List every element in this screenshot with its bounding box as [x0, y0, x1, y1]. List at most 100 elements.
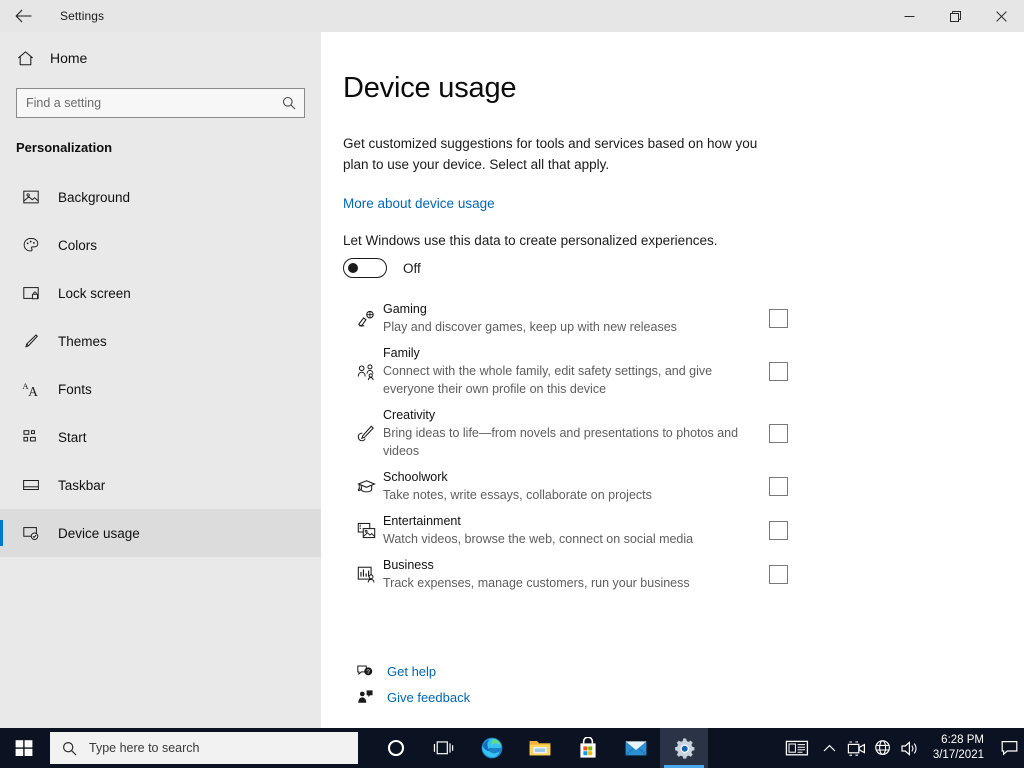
footer-link-label: Give feedback	[387, 690, 470, 705]
microsoft-store-icon	[577, 737, 599, 760]
sidebar-item-label: Background	[58, 190, 130, 205]
sidebar-item-lock-screen[interactable]: Lock screen	[0, 269, 321, 317]
taskbar-search-input[interactable]	[77, 741, 358, 755]
sidebar-item-label: Start	[58, 430, 87, 445]
personalization-toggle[interactable]	[343, 258, 387, 278]
start-button[interactable]	[0, 728, 48, 768]
option-checkbox[interactable]	[769, 309, 788, 328]
get-help-link[interactable]: ? Get help	[349, 658, 1024, 684]
main-content: Device usage Get customized suggestions …	[321, 32, 1024, 728]
cortana-icon	[386, 738, 406, 758]
option-title: Business	[383, 558, 434, 572]
sidebar-item-fonts[interactable]: A A Fonts	[0, 365, 321, 413]
clock-date: 3/17/2021	[933, 748, 984, 763]
close-button[interactable]	[978, 0, 1024, 32]
option-checkbox[interactable]	[769, 424, 788, 443]
taskbar-app-settings[interactable]	[660, 728, 708, 768]
news-and-interests-icon[interactable]	[777, 728, 817, 768]
taskbar-app-mail[interactable]	[612, 728, 660, 768]
option-description: Connect with the whole family, edit safe…	[383, 364, 712, 396]
option-row-schoolwork[interactable]: Schoolwork Take notes, write essays, col…	[349, 464, 809, 508]
sidebar-item-taskbar[interactable]: Taskbar	[0, 461, 321, 509]
taskbar-app-microsoft-store[interactable]	[564, 728, 612, 768]
sidebar-item-label: Fonts	[58, 382, 92, 397]
taskbar-app-edge[interactable]	[468, 728, 516, 768]
option-row-entertainment[interactable]: Entertainment Watch videos, browse the w…	[349, 508, 809, 552]
sidebar-search-wrap	[0, 88, 321, 118]
sidebar-item-label: Device usage	[58, 526, 140, 541]
taskbar-icon	[16, 476, 46, 494]
lock-screen-icon	[16, 284, 46, 302]
back-button[interactable]	[0, 0, 46, 32]
taskbar-clock[interactable]: 6:28 PM 3/17/2021	[923, 728, 994, 768]
close-icon	[996, 11, 1007, 22]
settings-window: Settings	[0, 0, 1024, 728]
option-title: Schoolwork	[383, 470, 448, 484]
toggle-description: Let Windows use this data to create pers…	[343, 233, 1024, 248]
option-row-business[interactable]: Business Track expenses, manage customer…	[349, 552, 809, 596]
graduation-cap-icon	[349, 476, 383, 497]
window-body: Home Personalization	[0, 32, 1024, 728]
search-icon	[282, 96, 296, 110]
option-description: Take notes, write essays, collaborate on…	[383, 488, 652, 502]
option-row-family[interactable]: Family Connect with the whole family, ed…	[349, 340, 809, 402]
minimize-icon	[904, 11, 915, 22]
taskbar-app-file-explorer[interactable]	[516, 728, 564, 768]
sidebar-item-device-usage[interactable]: Device usage	[0, 509, 321, 557]
window-title: Settings	[60, 9, 104, 23]
entertainment-media-icon	[349, 520, 383, 541]
sidebar: Home Personalization	[0, 32, 321, 728]
volume-speaker-icon[interactable]	[896, 728, 923, 768]
windows-start-icon	[14, 738, 34, 758]
business-chart-icon	[349, 564, 383, 585]
title-bar: Settings	[0, 0, 1024, 32]
sidebar-item-themes[interactable]: Themes	[0, 317, 321, 365]
settings-search-box[interactable]	[16, 88, 305, 118]
sidebar-item-label: Lock screen	[58, 286, 131, 301]
more-about-device-usage-link[interactable]: More about device usage	[343, 196, 495, 211]
sidebar-item-background[interactable]: Background	[0, 173, 321, 221]
option-title: Family	[383, 346, 420, 360]
sidebar-nav-list: Background Colors	[0, 173, 321, 557]
option-text: Schoolwork Take notes, write essays, col…	[383, 468, 769, 504]
option-description: Track expenses, manage customers, run yo…	[383, 576, 690, 590]
action-center-button[interactable]	[994, 728, 1024, 768]
footer-link-label: Get help	[387, 664, 436, 679]
sidebar-item-home[interactable]: Home	[0, 38, 321, 78]
option-checkbox[interactable]	[769, 565, 788, 584]
sidebar-item-start[interactable]: Start	[0, 413, 321, 461]
image-icon	[16, 188, 46, 206]
sidebar-home-label: Home	[50, 50, 87, 66]
option-checkbox[interactable]	[769, 477, 788, 496]
search-input[interactable]	[17, 89, 304, 117]
palette-icon	[16, 236, 46, 254]
option-row-gaming[interactable]: Gaming Play and discover games, keep up …	[349, 296, 809, 340]
edge-browser-icon	[480, 736, 504, 760]
clock-time: 6:28 PM	[941, 733, 984, 748]
option-row-creativity[interactable]: Creativity Bring ideas to life—from nove…	[349, 402, 809, 464]
network-globe-icon[interactable]	[870, 728, 896, 768]
intro-paragraph: Get customized suggestions for tools and…	[343, 133, 777, 175]
minimize-button[interactable]	[886, 0, 932, 32]
option-text: Entertainment Watch videos, browse the w…	[383, 512, 769, 548]
personalization-toggle-row: Off	[343, 258, 1024, 278]
back-arrow-icon	[15, 9, 32, 23]
taskbar-app-task-view[interactable]	[420, 728, 468, 768]
maximize-button[interactable]	[932, 0, 978, 32]
taskbar-search-box[interactable]	[50, 732, 358, 764]
svg-text:A: A	[28, 384, 38, 399]
family-people-icon	[349, 361, 383, 382]
option-text: Gaming Play and discover games, keep up …	[383, 300, 769, 336]
taskbar-app-cortana[interactable]	[372, 728, 420, 768]
taskbar: 6:28 PM 3/17/2021	[0, 728, 1024, 768]
option-description: Watch videos, browse the web, connect on…	[383, 532, 693, 546]
sidebar-item-label: Themes	[58, 334, 107, 349]
give-feedback-link[interactable]: Give feedback	[349, 684, 1024, 710]
option-title: Entertainment	[383, 514, 461, 528]
option-checkbox[interactable]	[769, 362, 788, 381]
meet-now-camera-icon[interactable]	[843, 728, 870, 768]
option-checkbox[interactable]	[769, 521, 788, 540]
show-hidden-icons-chevron-icon[interactable]	[817, 728, 843, 768]
window-controls	[886, 0, 1024, 32]
sidebar-item-colors[interactable]: Colors	[0, 221, 321, 269]
